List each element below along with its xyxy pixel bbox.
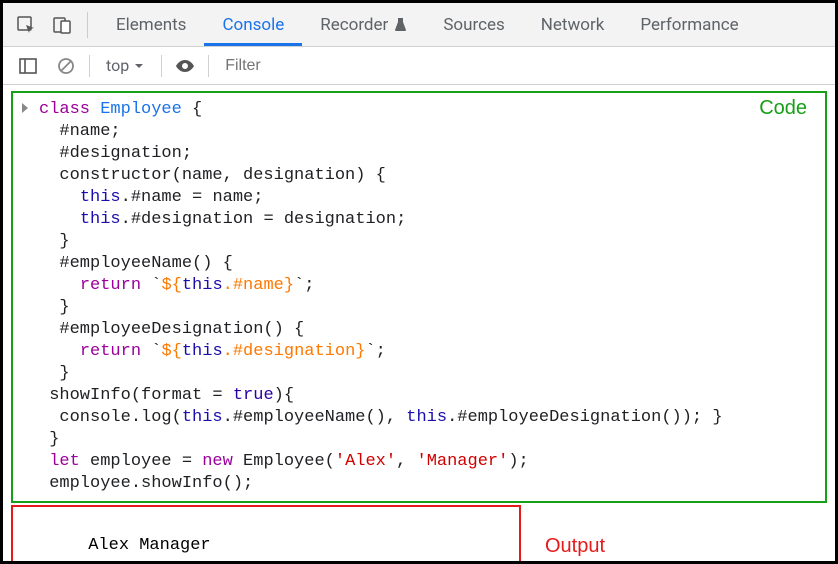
code-line: this.#name = name; (39, 187, 819, 209)
devtools-tabs-bar: Elements Console Recorder Sources Networ… (3, 3, 835, 47)
toolbar-divider (161, 55, 162, 77)
code-line: return `${this.#name}`; (39, 275, 819, 297)
code-line: this.#designation = designation; (39, 209, 819, 231)
console-toolbar: top (3, 47, 835, 85)
console-body: Code class Employee { #name; #designatio… (3, 85, 835, 561)
code-line: #employeeName() { (39, 253, 819, 275)
code-line: } (39, 297, 819, 319)
clear-console-icon[interactable] (51, 52, 81, 80)
tab-network[interactable]: Network (523, 3, 623, 46)
select-element-icon[interactable] (11, 10, 41, 40)
code-line: return `${this.#designation}`; (39, 341, 819, 363)
code-line: class Employee { (39, 99, 819, 121)
code-line: constructor(name, designation) { (39, 165, 819, 187)
code-line: } (39, 429, 819, 451)
tab-elements[interactable]: Elements (98, 3, 204, 46)
code-line: } (39, 231, 819, 253)
flask-icon (394, 17, 407, 32)
console-output-block: Alex Manager (11, 505, 521, 561)
eye-icon[interactable] (170, 52, 200, 80)
sidebar-toggle-icon[interactable] (13, 52, 43, 80)
code-line: let employee = new Employee('Alex', 'Man… (39, 451, 819, 473)
code-line: console.log(this.#employeeName(), this.#… (39, 407, 819, 429)
tab-performance[interactable]: Performance (622, 3, 756, 46)
code-line: #employeeDesignation() { (39, 319, 819, 341)
code-line: showInfo(format = true){ (39, 385, 819, 407)
code-annotation-label: Code (759, 97, 807, 119)
code-line: } (39, 363, 819, 385)
code-line: #name; (39, 121, 819, 143)
filter-input[interactable] (217, 53, 825, 79)
device-toggle-icon[interactable] (47, 10, 77, 40)
chevron-down-icon (133, 60, 145, 72)
expand-chevron-icon[interactable] (19, 100, 31, 122)
tab-sources[interactable]: Sources (425, 3, 522, 46)
console-output-text: Alex Manager (88, 536, 210, 555)
context-label: top (106, 56, 129, 75)
tab-divider (87, 12, 88, 38)
toolbar-divider (89, 55, 90, 77)
toolbar-divider (208, 55, 209, 77)
output-annotation-label: Output (545, 535, 605, 557)
context-selector[interactable]: top (98, 56, 153, 75)
code-line: #designation; (39, 143, 819, 165)
tab-console[interactable]: Console (204, 3, 302, 46)
output-row: Alex Manager Output (11, 505, 827, 561)
tab-recorder[interactable]: Recorder (302, 3, 425, 46)
tab-recorder-label: Recorder (320, 15, 388, 35)
code-input-block: Code class Employee { #name; #designatio… (11, 91, 827, 503)
code-line: employee.showInfo(); (39, 473, 819, 495)
